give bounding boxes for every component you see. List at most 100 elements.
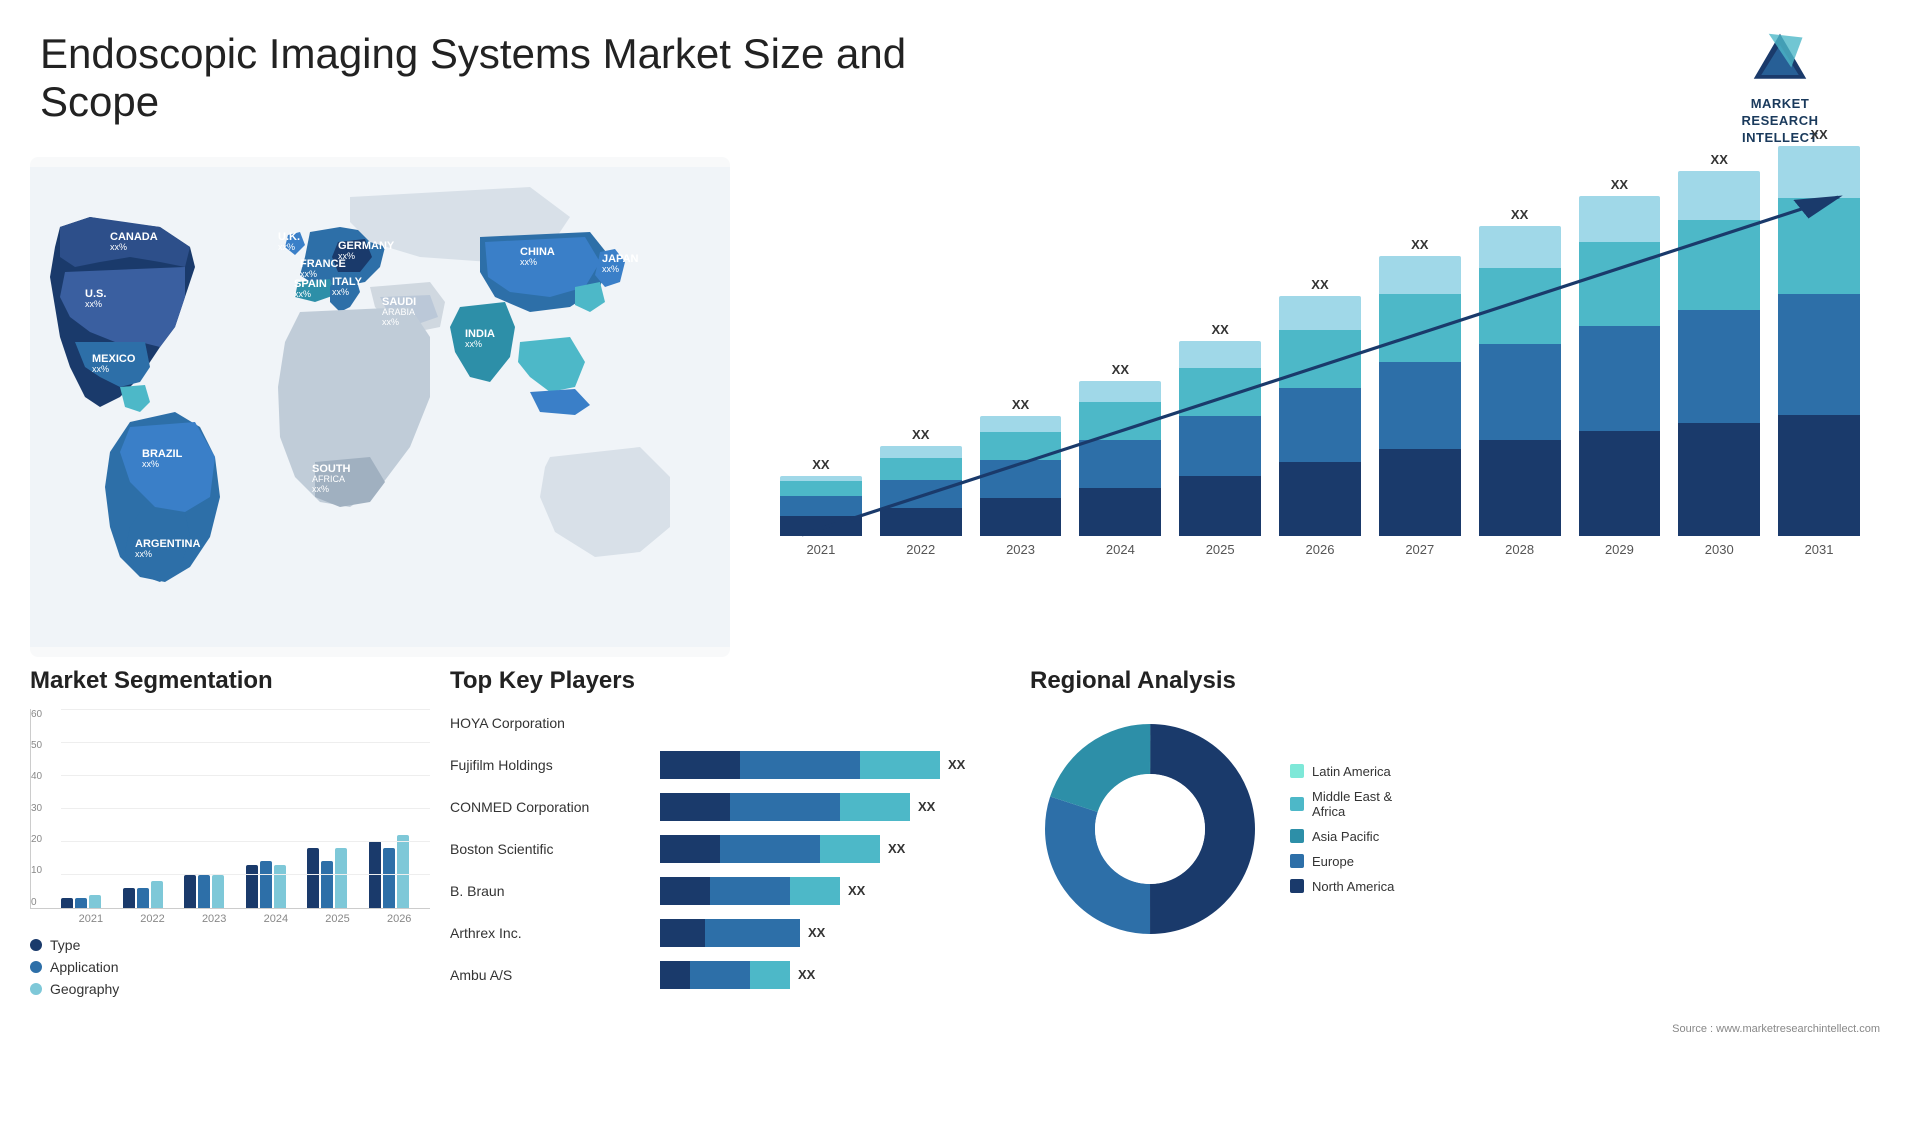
players-title: Top Key Players [450,667,1010,695]
player-name-hoya: HOYA Corporation [450,715,650,731]
legend-dot-type [30,939,42,951]
seg-bar-type-2025 [307,848,319,908]
seg-bar-geo-2025 [335,848,347,908]
legend-label-mea: Middle East &Africa [1312,789,1392,819]
bar-year-2028: 2028 [1505,542,1534,557]
seg-bar-app-2023 [198,875,210,908]
svg-text:AFRICA: AFRICA [312,474,345,484]
map-container: CANADA xx% U.S. xx% MEXICO xx% BRAZIL xx… [30,157,730,657]
seg-bar-type-2021 [61,898,73,908]
legend-label-geography: Geography [50,981,119,997]
bar-label-2026: XX [1311,277,1328,292]
svg-text:xx%: xx% [110,242,127,252]
logo-icon [1750,30,1810,90]
bar-label-2021: XX [812,457,829,472]
bar-label-2030: XX [1711,152,1728,167]
seg-bar-app-2021 [75,898,87,908]
legend-label-na: North America [1312,879,1394,894]
bar-year-2031: 2031 [1805,542,1834,557]
player-name-fujifilm: Fujifilm Holdings [450,757,650,773]
seg-bar-geo-2024 [274,865,286,908]
player-bar-ambu: XX [660,961,1010,989]
bar-2031: XX 2031 [1778,127,1860,557]
bar-label-2025: XX [1211,322,1228,337]
seg-bar-geo-2022 [151,881,163,908]
bar-2024: XX 2024 [1079,362,1161,557]
bar-2029: XX 2029 [1579,177,1661,557]
seg-bar-type-2023 [184,875,196,908]
svg-text:xx%: xx% [294,289,311,299]
seg-bar-app-2025 [321,861,333,908]
bar-label-2029: XX [1611,177,1628,192]
players-container: Top Key Players HOYA Corporation Fujifil… [450,667,1010,1003]
player-bar-fujifilm: XX [660,751,1010,779]
header: Endoscopic Imaging Systems Market Size a… [0,0,1920,157]
svg-text:xx%: xx% [135,549,152,559]
legend-middle-east: Middle East &Africa [1290,789,1394,819]
bar-label-2024: XX [1112,362,1129,377]
player-name-boston: Boston Scientific [450,841,650,857]
player-val-boston: XX [888,841,905,856]
seg-bar-type-2022 [123,888,135,908]
player-name-arthrex: Arthrex Inc. [450,925,650,941]
legend-latin-america: Latin America [1290,764,1394,779]
bar-year-2025: 2025 [1206,542,1235,557]
player-row-conmed: CONMED Corporation XX [450,793,1010,821]
bar-year-2022: 2022 [906,542,935,557]
bar-year-2030: 2030 [1705,542,1734,557]
bar-2021: XX 2021 [780,457,862,557]
player-row-fujifilm: Fujifilm Holdings XX [450,751,1010,779]
player-row-boston: Boston Scientific XX [450,835,1010,863]
legend-application: Application [30,959,430,975]
seg-bar-app-2024 [260,861,272,908]
bar-year-2026: 2026 [1306,542,1335,557]
bar-label-2031: XX [1810,127,1827,142]
legend-label-europe: Europe [1312,854,1354,869]
svg-text:xx%: xx% [382,317,399,327]
bar-2022: XX 2022 [880,427,962,557]
segmentation-container: Market Segmentation 60 50 40 30 20 10 0 [30,667,430,1003]
bottom-section: Market Segmentation 60 50 40 30 20 10 0 [0,657,1920,1023]
seg-bar-app-2022 [137,888,149,908]
player-row-ambu: Ambu A/S XX [450,961,1010,989]
bar-label-2027: XX [1411,237,1428,252]
seg-bar-app-2026 [383,848,395,908]
legend-color-europe [1290,854,1304,868]
player-val-bbraun: XX [848,883,865,898]
player-bar-bbraun: XX [660,877,1010,905]
player-row-hoya: HOYA Corporation [450,709,1010,737]
player-val-conmed: XX [918,799,935,814]
svg-text:xx%: xx% [142,459,159,469]
legend-dot-application [30,961,42,973]
bar-chart-area: XX 2021 XX [770,177,1870,557]
player-val-arthrex: XX [808,925,825,940]
bar-year-2023: 2023 [1006,542,1035,557]
source-text: Source : www.marketresearchintellect.com [0,1023,1920,1041]
legend-label-type: Type [50,937,80,953]
legend-color-mea [1290,797,1304,811]
player-name-ambu: Ambu A/S [450,967,650,983]
seg-bar-geo-2023 [212,875,224,908]
segmentation-title: Market Segmentation [30,667,430,695]
page-title: Endoscopic Imaging Systems Market Size a… [40,30,940,126]
top-section: CANADA xx% U.S. xx% MEXICO xx% BRAZIL xx… [0,157,1920,657]
donut-area: Latin America Middle East &Africa Asia P… [1030,709,1890,949]
legend-europe: Europe [1290,854,1394,869]
bar-2027: XX 2027 [1379,237,1461,557]
legend-color-apac [1290,829,1304,843]
players-list: HOYA Corporation Fujifilm Holdings XX [450,709,1010,989]
svg-text:xx%: xx% [278,242,295,252]
seg-bar-type-2024 [246,865,258,908]
legend-dot-geography [30,983,42,995]
regional-legend: Latin America Middle East &Africa Asia P… [1290,764,1394,894]
player-val-ambu: XX [798,967,815,982]
svg-text:xx%: xx% [312,484,329,494]
donut-chart [1030,709,1270,949]
legend-north-america: North America [1290,879,1394,894]
legend-label-latin: Latin America [1312,764,1391,779]
legend-type: Type [30,937,430,953]
legend-asia-pacific: Asia Pacific [1290,829,1394,844]
bar-label-2022: XX [912,427,929,442]
bar-2028: XX 2028 [1479,207,1561,557]
world-map: CANADA xx% U.S. xx% MEXICO xx% BRAZIL xx… [30,157,730,657]
